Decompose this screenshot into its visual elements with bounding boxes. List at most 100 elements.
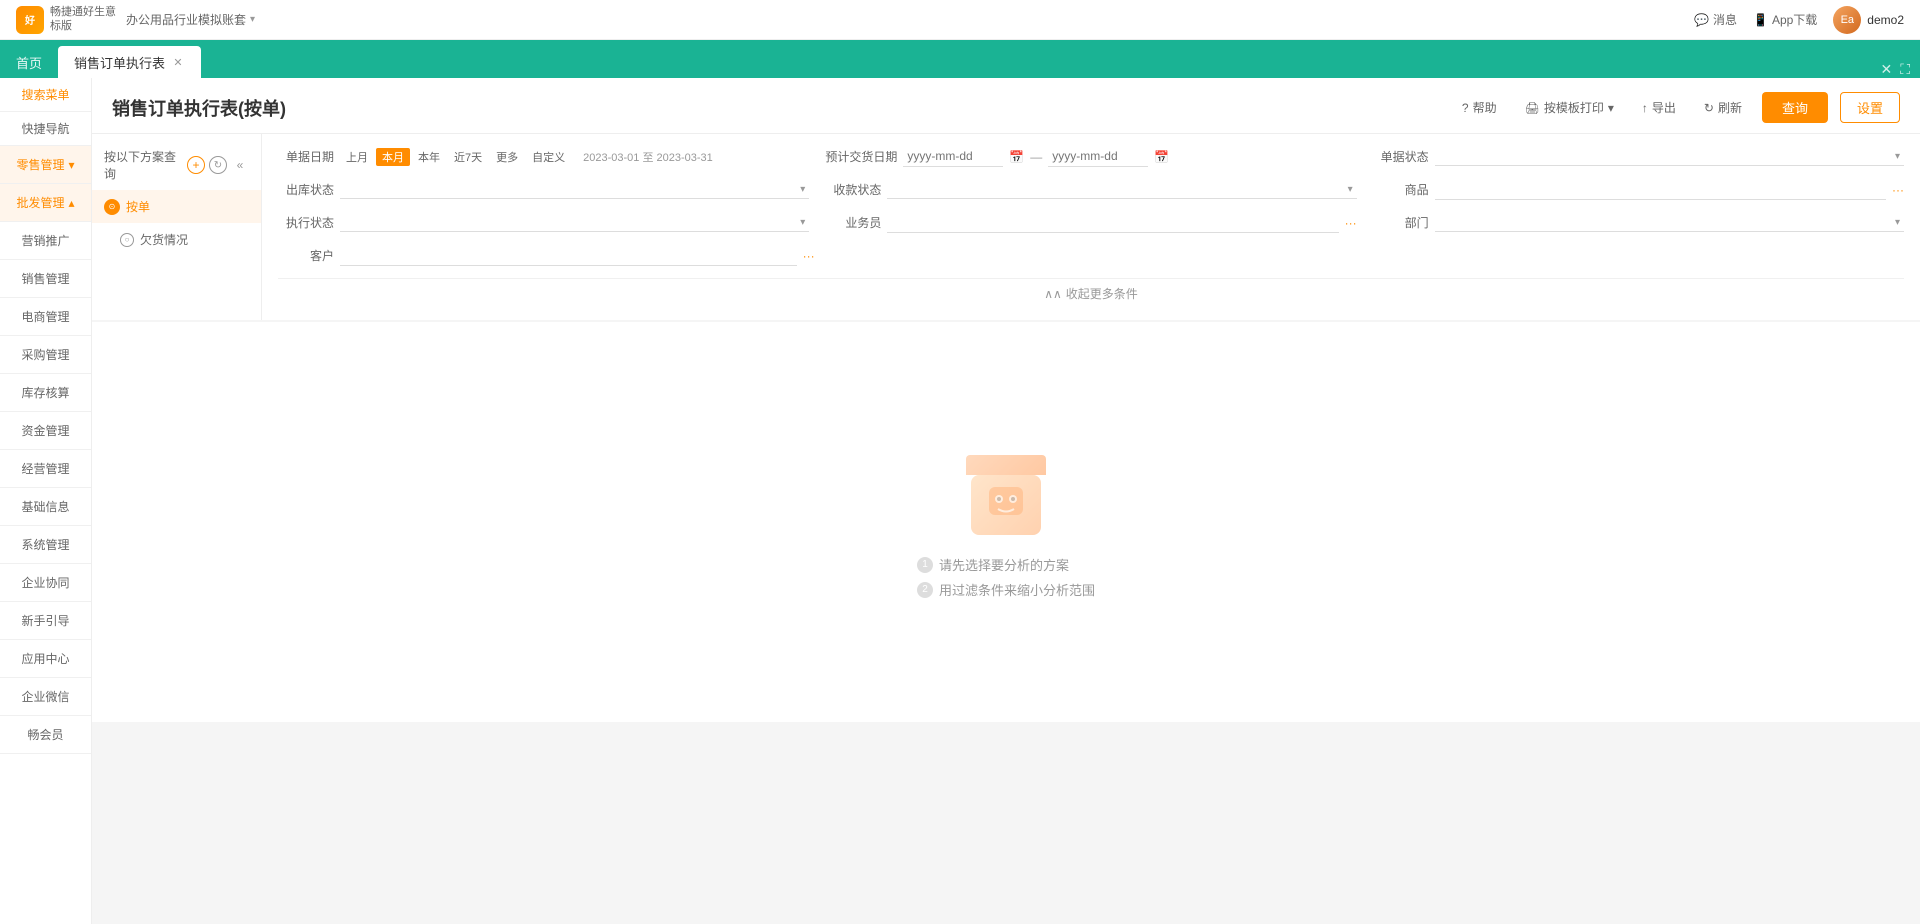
status-dropdown-icon[interactable]: ▾ xyxy=(1895,151,1900,162)
sidebar-item-member[interactable]: 畅会员 xyxy=(0,716,91,754)
sub-item-shortage[interactable]: ○ 欠货情况 xyxy=(92,223,261,256)
sidebar-quicknav[interactable]: 快捷导航 xyxy=(0,112,91,146)
app-download-button[interactable]: 📱 App下载 xyxy=(1753,11,1817,28)
refresh-button[interactable]: ↻ 刷新 xyxy=(1696,95,1750,120)
filter-row-1: 单据日期 上月 本月 本年 近7天 更多 自定义 2023-03-01 至 20… xyxy=(278,146,1904,167)
collection-status-select[interactable]: ▾ xyxy=(887,181,1356,199)
template-print-button[interactable]: 🖨 按模板打印 ▾ xyxy=(1517,95,1622,120)
dept-dropdown-icon[interactable]: ▾ xyxy=(1895,217,1900,228)
sidebar-item-appstore[interactable]: 应用中心 xyxy=(0,640,91,678)
filter-left-title-text: 按以下方案查询 xyxy=(104,148,181,182)
collection-dropdown-icon[interactable]: ▾ xyxy=(1348,184,1353,195)
exec-dropdown-icon[interactable]: ▾ xyxy=(800,217,805,228)
header-right: 💬 消息 📱 App下载 Ea demo2 xyxy=(1694,6,1904,34)
salesman-input[interactable] xyxy=(887,212,1338,233)
goods-input[interactable] xyxy=(1435,179,1886,200)
date-range-text: 2023-03-01 至 2023-03-31 xyxy=(583,149,713,165)
logo-icon: 好 xyxy=(16,6,44,34)
customer-more-icon[interactable]: ··· xyxy=(803,249,815,263)
refresh-plan-button[interactable]: ↻ xyxy=(209,156,227,174)
refresh-icon: ↻ xyxy=(1704,101,1714,115)
help-button[interactable]: ? 帮助 xyxy=(1454,95,1505,120)
sidebar-item-wholesale[interactable]: 批发管理 ▴ xyxy=(0,184,91,222)
tab-home[interactable]: 首页 xyxy=(0,46,58,78)
sub-item-label: 欠货情况 xyxy=(140,231,188,248)
sidebar-item-marketing[interactable]: 营销推广 xyxy=(0,222,91,260)
wholesale-arrow-icon: ▴ xyxy=(68,196,74,210)
page-actions: ? 帮助 🖨 按模板打印 ▾ ↑ 导出 ↻ 刷新 xyxy=(1454,92,1900,123)
date-tab-this-month[interactable]: 本月 xyxy=(376,148,410,166)
breadcrumb[interactable]: 办公用品行业模拟账套 ▾ xyxy=(126,11,255,28)
sidebar-item-enterprise[interactable]: 企业协同 xyxy=(0,564,91,602)
date-tab-this-year[interactable]: 本年 xyxy=(412,148,446,166)
salesman-more-icon[interactable]: ··· xyxy=(1345,216,1357,230)
sidebar-item-purchase[interactable]: 采购管理 xyxy=(0,336,91,374)
filter-right-panel: 单据日期 上月 本月 本年 近7天 更多 自定义 2023-03-01 至 20… xyxy=(262,134,1920,320)
logo-text: 畅捷通好生意 标版 xyxy=(50,6,116,32)
user-area[interactable]: Ea demo2 xyxy=(1833,6,1904,34)
export-button[interactable]: ↑ 导出 xyxy=(1634,95,1684,120)
plan-item-label: 按单 xyxy=(126,198,150,215)
date-tab-more[interactable]: 更多 xyxy=(490,148,524,166)
tab-close-icon[interactable]: ✕ xyxy=(171,55,185,69)
calendar-end-icon[interactable]: 📅 xyxy=(1154,150,1169,164)
query-button[interactable]: 查询 xyxy=(1762,92,1828,123)
tab-sales-order[interactable]: 销售订单执行表 ✕ xyxy=(58,46,201,78)
sidebar-item-system[interactable]: 系统管理 xyxy=(0,526,91,564)
sidebar-item-retail[interactable]: 零售管理 ▾ xyxy=(0,146,91,184)
dept-select[interactable]: ▾ xyxy=(1435,214,1904,232)
sidebar-item-inventory[interactable]: 库存核算 xyxy=(0,374,91,412)
add-plan-button[interactable]: + xyxy=(187,156,205,174)
sidebar-item-operations[interactable]: 经营管理 xyxy=(0,450,91,488)
exec-status-label: 执行状态 xyxy=(278,214,334,231)
status-select[interactable]: ▾ xyxy=(1435,148,1904,166)
sidebar: 搜索菜单 快捷导航 零售管理 ▾ 批发管理 ▴ 营销推广 销售管理 电商管理 采… xyxy=(0,78,92,924)
customer-input[interactable] xyxy=(340,245,797,266)
refresh-label: 刷新 xyxy=(1718,99,1742,116)
filter-date-field: 单据日期 上月 本月 本年 近7天 更多 自定义 2023-03-01 至 20… xyxy=(278,148,809,166)
sidebar-item-wechat[interactable]: 企业微信 xyxy=(0,678,91,716)
date-tab-7days[interactable]: 近7天 xyxy=(448,148,488,166)
filter-exec-status-field: 执行状态 ▾ xyxy=(278,214,809,232)
sidebar-item-finance[interactable]: 资金管理 xyxy=(0,412,91,450)
print-icon: 🖨 xyxy=(1525,101,1540,115)
filter-collection-status-field: 收款状态 ▾ xyxy=(825,181,1356,199)
print-dropdown-icon[interactable]: ▾ xyxy=(1608,101,1614,115)
calendar-start-icon[interactable]: 📅 xyxy=(1009,150,1024,164)
expected-date-end-input[interactable] xyxy=(1048,146,1148,167)
collapse-up-icon: ∧∧ xyxy=(1044,287,1062,301)
hint-text-2: 用过滤条件来缩小分析范围 xyxy=(939,580,1095,599)
top-header: 好 畅捷通好生意 标版 办公用品行业模拟账套 ▾ 💬 消息 📱 App下载 Ea… xyxy=(0,0,1920,40)
filter-panel-inner: 按以下方案查询 + ↻ « ⊙ 按单 ○ xyxy=(92,134,1920,320)
avatar: Ea xyxy=(1833,6,1861,34)
message-icon: 💬 xyxy=(1694,13,1709,27)
retail-label: 零售管理 xyxy=(16,156,64,173)
search-label: 搜索菜单 xyxy=(21,88,69,102)
sidebar-item-basic[interactable]: 基础信息 xyxy=(0,488,91,526)
expected-date-start-input[interactable] xyxy=(903,146,1003,167)
app-download-icon: 📱 xyxy=(1753,13,1768,27)
sidebar-item-newbie[interactable]: 新手引导 xyxy=(0,602,91,640)
plan-item-by-order[interactable]: ⊙ 按单 xyxy=(92,190,261,223)
status-field-label: 单据状态 xyxy=(1373,148,1429,165)
page-title: 销售订单执行表(按单) xyxy=(112,95,286,121)
window-maximize-icon[interactable]: ⛶ xyxy=(1900,61,1910,78)
breadcrumb-dropdown-icon[interactable]: ▾ xyxy=(250,14,255,25)
exec-status-select[interactable]: ▾ xyxy=(340,214,809,232)
sidebar-search[interactable]: 搜索菜单 xyxy=(0,78,91,112)
content-area: 销售订单执行表(按单) ? 帮助 🖨 按模板打印 ▾ ↑ 导出 xyxy=(92,78,1920,924)
sidebar-item-ecommerce[interactable]: 电商管理 xyxy=(0,298,91,336)
page-title-bar: 销售订单执行表(按单) ? 帮助 🖨 按模板打印 ▾ ↑ 导出 xyxy=(92,78,1920,134)
filter-left-title: 按以下方案查询 + ↻ « xyxy=(92,144,261,190)
collapse-bar[interactable]: ∧∧ 收起更多条件 xyxy=(278,278,1904,308)
setting-button[interactable]: 设置 xyxy=(1840,92,1900,123)
goods-more-icon[interactable]: ··· xyxy=(1892,183,1904,197)
date-tab-custom[interactable]: 自定义 xyxy=(526,148,571,166)
date-tab-last-month[interactable]: 上月 xyxy=(340,148,374,166)
ship-dropdown-icon[interactable]: ▾ xyxy=(800,184,805,195)
message-button[interactable]: 💬 消息 xyxy=(1694,11,1737,28)
collapse-panel-button[interactable]: « xyxy=(231,156,249,174)
window-close-icon[interactable]: ✕ xyxy=(1880,61,1892,78)
ship-status-select[interactable]: ▾ xyxy=(340,181,809,199)
sidebar-item-sales[interactable]: 销售管理 xyxy=(0,260,91,298)
